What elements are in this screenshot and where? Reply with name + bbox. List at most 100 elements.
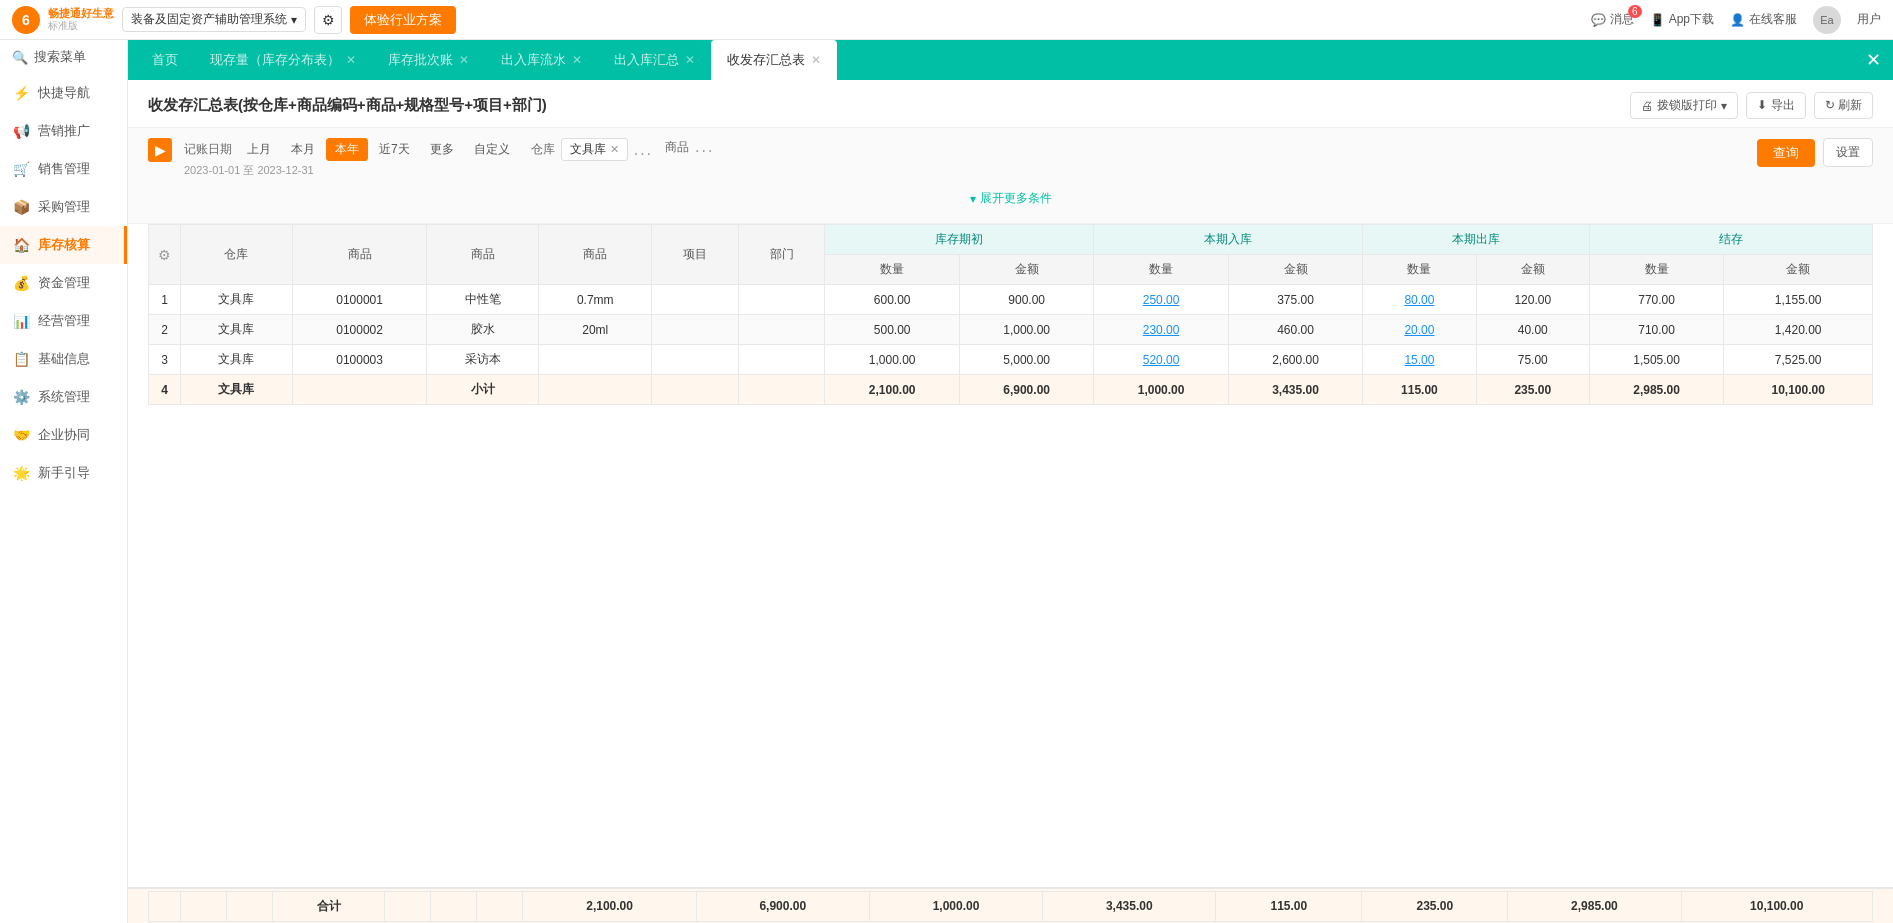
table-row: 375.00: [1228, 285, 1362, 315]
table-row: 600.00: [825, 285, 959, 315]
gear-icon[interactable]: ⚙: [158, 247, 171, 263]
table-footer: 合计 2,100.00 6,900.00 1,000.00 3,435.00 1…: [128, 887, 1893, 923]
sidebar-item-basic[interactable]: 📋 基础信息: [0, 340, 127, 378]
table-row: [652, 285, 739, 315]
col-dept: 部门: [738, 225, 825, 285]
refresh-button[interactable]: ↻ 刷新: [1814, 92, 1873, 119]
warehouse-tag[interactable]: 文具库 ✕: [561, 138, 628, 161]
filter-settings-button[interactable]: 设置: [1823, 138, 1873, 167]
tab-batch[interactable]: 库存批次账 ✕: [372, 40, 485, 80]
app-download[interactable]: 📱 App下载: [1650, 11, 1714, 28]
tab-close-inout-summary[interactable]: ✕: [685, 53, 695, 67]
table-row: 3,435.00: [1228, 375, 1362, 405]
footer-open-qty: 2,100.00: [523, 891, 696, 921]
sidebar-item-marketing[interactable]: 📢 营销推广: [0, 112, 127, 150]
chevron-down-icon: ▾: [970, 192, 976, 206]
date-btn-this-month[interactable]: 本月: [282, 138, 324, 161]
table-row: 6,900.00: [959, 375, 1093, 405]
tab-close-batch[interactable]: ✕: [459, 53, 469, 67]
table-row: 1: [149, 285, 181, 315]
warehouse-filter-more[interactable]: ...: [634, 141, 653, 159]
col-group-in: 本期入库: [1094, 225, 1363, 255]
expand-more-btn[interactable]: ▾ 展开更多条件: [970, 184, 1052, 213]
date-label: 记账日期: [184, 141, 232, 158]
table-row: [539, 375, 652, 405]
export-icon: ⬇: [1757, 98, 1767, 112]
query-button[interactable]: 查询: [1757, 139, 1815, 167]
table-row: 15.00: [1363, 345, 1476, 375]
export-button[interactable]: ⬇ 导出: [1746, 92, 1805, 119]
tab-inventory-dist[interactable]: 现存量（库存分布表） ✕: [194, 40, 372, 80]
main-table: ⚙ 仓库 商品 商品 商品 项目 部门 库存期初 本期入库 本期出库: [148, 224, 1873, 405]
sidebar-item-purchase[interactable]: 📦 采购管理: [0, 188, 127, 226]
goods-filter-more[interactable]: ...: [695, 138, 714, 156]
table-row: 115.00: [1363, 375, 1476, 405]
table-row: 5,000.00: [959, 345, 1093, 375]
app-name: 畅捷通好生意: [48, 7, 114, 20]
table-row: 2: [149, 315, 181, 345]
date-btn-7days[interactable]: 近7天: [370, 138, 419, 161]
footer-label: 合计: [273, 891, 384, 921]
table-row: 1,420.00: [1724, 315, 1873, 345]
sidebar-item-finance[interactable]: 💰 资金管理: [0, 264, 127, 302]
header-actions: 🖨 拨锁版打印 ▾ ⬇ 导出 ↻ 刷新: [1630, 92, 1873, 119]
date-btn-last-month[interactable]: 上月: [238, 138, 280, 161]
username: 用户: [1857, 11, 1881, 28]
message-notification[interactable]: 💬 消息 6: [1591, 11, 1634, 28]
tab-inout-flow[interactable]: 出入库流水 ✕: [485, 40, 598, 80]
table-row: 4: [149, 375, 181, 405]
sidebar-item-label: 资金管理: [38, 274, 90, 292]
system-name: 装备及固定资产辅助管理系统: [131, 11, 287, 28]
page-title: 收发存汇总表(按仓库+商品编码+商品+规格型号+项目+部门): [148, 96, 547, 115]
sidebar-item-label: 新手引导: [38, 464, 90, 482]
settings-btn[interactable]: ⚙: [314, 6, 342, 34]
refresh-icon: ↻: [1825, 98, 1835, 112]
sidebar-item-guide[interactable]: 🌟 新手引导: [0, 454, 127, 492]
sidebar-item-operations[interactable]: 📊 经营管理: [0, 302, 127, 340]
sidebar-item-system[interactable]: ⚙️ 系统管理: [0, 378, 127, 416]
sidebar-item-label: 营销推广: [38, 122, 90, 140]
tab-close-recv-send-summary[interactable]: ✕: [811, 53, 821, 67]
table-row: [652, 375, 739, 405]
chevron-down-icon: ▾: [1721, 99, 1727, 113]
print-button[interactable]: 🖨 拨锁版打印 ▾: [1630, 92, 1738, 119]
tab-close-inventory-dist[interactable]: ✕: [346, 53, 356, 67]
inventory-icon: 🏠: [12, 237, 30, 253]
sidebar-item-enterprise[interactable]: 🤝 企业协同: [0, 416, 127, 454]
table-row: 胶水: [427, 315, 539, 345]
table-row: 0100001: [292, 285, 426, 315]
date-btn-this-year[interactable]: 本年: [326, 138, 368, 161]
avatar[interactable]: Ea: [1813, 6, 1841, 34]
table-row: 2,600.00: [1228, 345, 1362, 375]
col-project: 项目: [652, 225, 739, 285]
online-service[interactable]: 👤 在线客服: [1730, 11, 1797, 28]
date-btn-custom[interactable]: 自定义: [465, 138, 519, 161]
system-selector[interactable]: 装备及固定资产辅助管理系统 ▾: [122, 7, 306, 32]
sidebar-item-inventory[interactable]: 🏠 库存核算: [0, 226, 127, 264]
experience-button[interactable]: 体验行业方案: [350, 6, 456, 34]
tab-recv-send-summary[interactable]: 收发存汇总表 ✕: [711, 40, 837, 80]
search-icon: 🔍: [12, 50, 28, 65]
date-btn-more[interactable]: 更多: [421, 138, 463, 161]
footer-out-amt: 235.00: [1362, 891, 1508, 921]
close-all-tabs[interactable]: ✕: [1866, 49, 1881, 71]
table-row: [539, 345, 652, 375]
date-filter-group: 记账日期 上月 本月 本年 近7天 更多 自定义 2023: [184, 138, 519, 178]
tab-inout-summary[interactable]: 出入库汇总 ✕: [598, 40, 711, 80]
tab-home[interactable]: 首页: [136, 40, 194, 80]
col-group-open: 库存期初: [825, 225, 1094, 255]
page-header: 收发存汇总表(按仓库+商品编码+商品+规格型号+项目+部门) 🖨 拨锁版打印 ▾…: [128, 80, 1893, 128]
table-row: 7,525.00: [1724, 345, 1873, 375]
sidebar-item-label: 采购管理: [38, 198, 90, 216]
col-open-amt: 金额: [959, 255, 1093, 285]
tab-close-inout-flow[interactable]: ✕: [572, 53, 582, 67]
sidebar-item-quick-nav[interactable]: ⚡ 快捷导航: [0, 74, 127, 112]
filter-toggle-btn[interactable]: ▶: [148, 138, 172, 162]
sidebar-item-sales[interactable]: 🛒 销售管理: [0, 150, 127, 188]
table-row: 小计: [427, 375, 539, 405]
warehouse-tag-close[interactable]: ✕: [610, 143, 619, 156]
goods-label: 商品: [665, 139, 689, 156]
search-menu[interactable]: 🔍 搜索菜单: [0, 40, 127, 74]
table-row: [738, 285, 825, 315]
top-bar: 6 畅捷通好生意 标准版 装备及固定资产辅助管理系统 ▾ ⚙ 体验行业方案 💬 …: [0, 0, 1893, 40]
